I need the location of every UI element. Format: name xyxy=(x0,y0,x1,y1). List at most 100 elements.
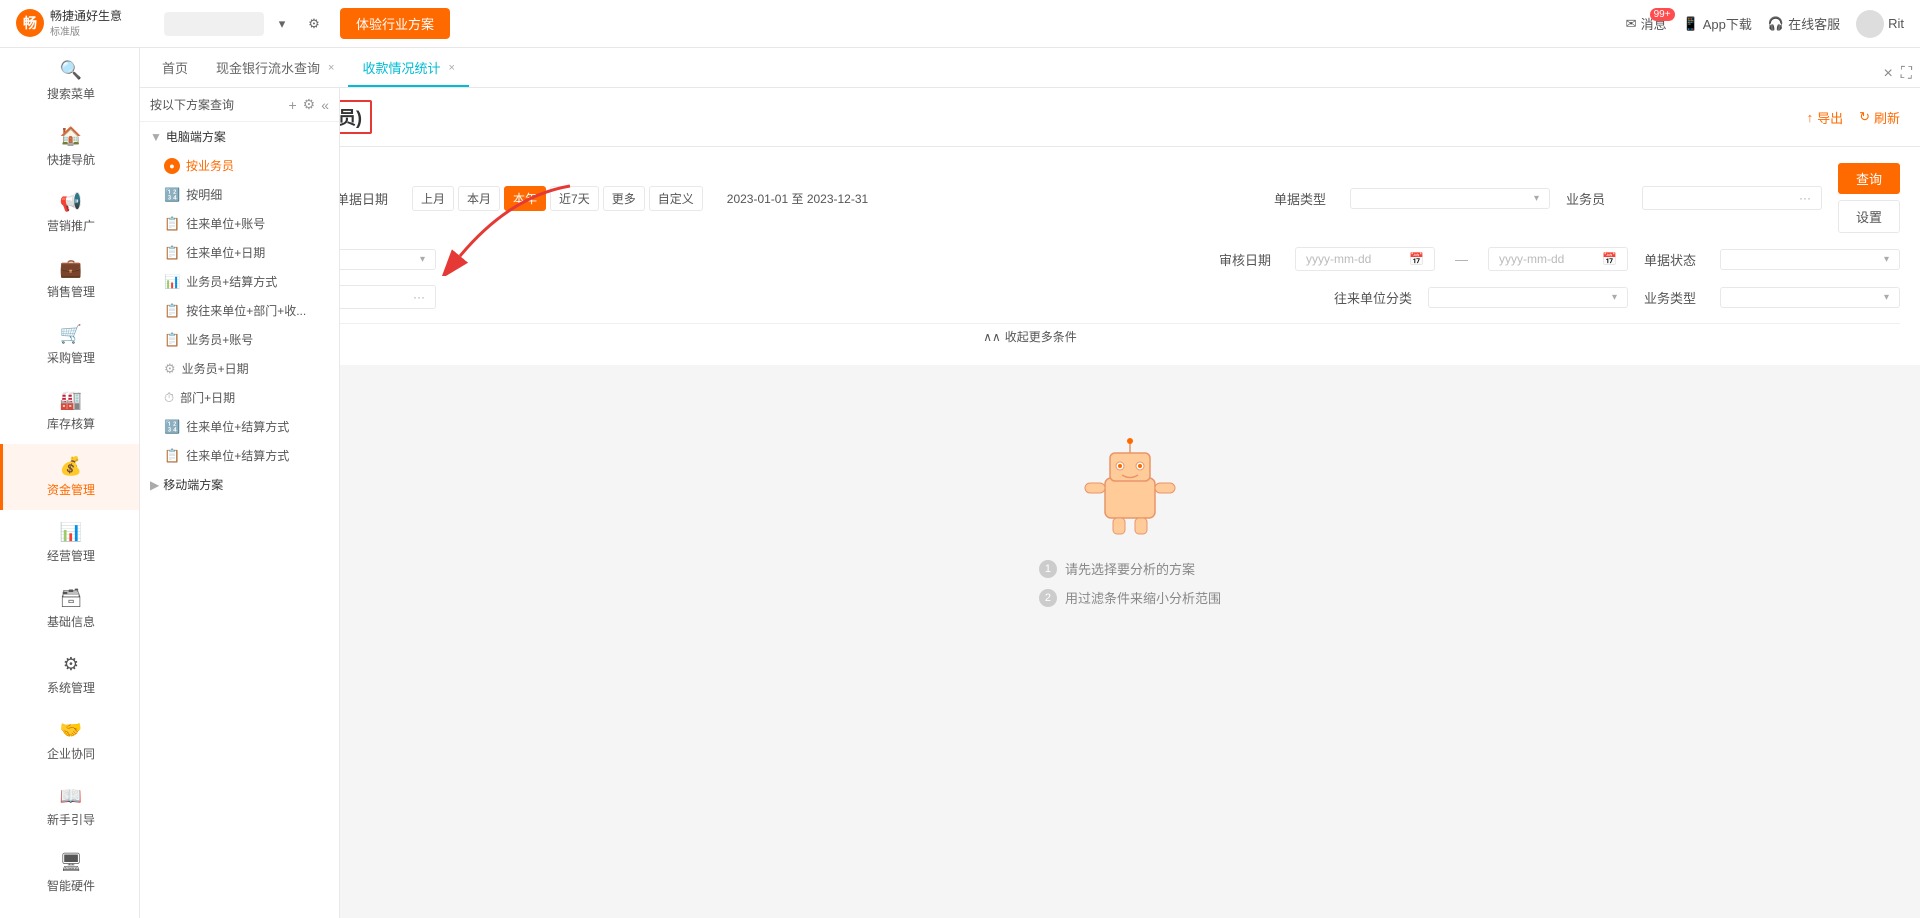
salesperson-select[interactable]: ··· xyxy=(1642,186,1822,210)
date-btn-custom[interactable]: 自定义 xyxy=(649,186,703,211)
active-scheme-icon: ● xyxy=(164,158,180,174)
sidebar-item-corp[interactable]: 🤝 企业协同 xyxy=(0,708,139,774)
scheme-mobile-section[interactable]: ▶ 移动端方案 xyxy=(140,470,339,499)
basic-icon: 🗃 xyxy=(60,588,83,609)
top-nav-item-1[interactable] xyxy=(164,12,264,36)
sidebar-item-operation[interactable]: 📊 经营管理 xyxy=(0,510,139,576)
sidebar-item-system[interactable]: ⚙ 系统管理 xyxy=(0,642,139,708)
scheme-item-dept-date[interactable]: ⏱ 部门+日期 xyxy=(140,383,339,412)
biz-type-select[interactable]: ▾ xyxy=(1720,287,1900,308)
audit-date-from[interactable]: yyyy-mm-dd 📅 xyxy=(1295,247,1435,271)
settings-button[interactable]: 设置 xyxy=(1838,200,1900,233)
audit-date-from-placeholder: yyyy-mm-dd xyxy=(1306,252,1371,266)
scheme-item-by-salesperson[interactable]: ● 按业务员 xyxy=(140,151,339,180)
sidebar-item-sales[interactable]: 💼 销售管理 xyxy=(0,246,139,312)
sidebar-item-inventory[interactable]: 🏭 库存核算 xyxy=(0,378,139,444)
hint-num-2: 2 xyxy=(1039,589,1057,607)
scheme-item-partner-dept-collect[interactable]: 📋 按往来单位+部门+收... xyxy=(140,296,339,325)
service-button[interactable]: 🎧 在线客服 xyxy=(1768,14,1840,33)
sidebar-item-hardware[interactable]: 🖥 智能硬件 xyxy=(0,840,139,906)
arrow-down-icon: ▼ xyxy=(150,130,162,144)
finance-icon: 💰 xyxy=(60,456,82,477)
app-label: App下载 xyxy=(1703,14,1752,33)
export-label: 导出 xyxy=(1817,108,1843,127)
scheme-item-label-salesperson-account: 业务员+账号 xyxy=(186,331,253,348)
scheme-item-by-detail[interactable]: 🔢 按明细 xyxy=(140,180,339,209)
logo-icon: 畅 xyxy=(16,9,44,37)
audit-date-to[interactable]: yyyy-mm-dd 📅 xyxy=(1488,247,1628,271)
voucher-status-select[interactable]: ▾ xyxy=(1720,249,1900,270)
tab-cash-flow-close[interactable]: × xyxy=(328,62,334,74)
refresh-button[interactable]: ↻ 刷新 xyxy=(1859,108,1900,127)
scheme-item-salesperson-account[interactable]: 📋 业务员+账号 xyxy=(140,325,339,354)
partner-cat-select[interactable]: ▾ xyxy=(1428,287,1628,308)
export-button[interactable]: ↑ 导出 xyxy=(1807,108,1844,127)
scheme-add-btn[interactable]: + xyxy=(288,97,296,113)
dropdown-icon[interactable]: ▾ xyxy=(268,10,296,38)
date-btn-this-year[interactable]: 本年 xyxy=(504,186,546,211)
logo-name: 畅捷通好生意 xyxy=(50,9,122,23)
scheme-item-salesperson-date[interactable]: ⚙ 业务员+日期 xyxy=(140,354,339,383)
tab-collection-stat-close[interactable]: × xyxy=(448,62,454,74)
trial-button[interactable]: 体验行业方案 xyxy=(340,8,450,39)
message-button[interactable]: ✉ 消息 99+ xyxy=(1626,14,1667,33)
date-btn-more[interactable]: 更多 xyxy=(603,186,645,211)
operation-icon: 📊 xyxy=(60,522,82,543)
query-button[interactable]: 查询 xyxy=(1838,163,1900,194)
scheme-item-partner-settle2[interactable]: 📋 往来单位+结算方式 xyxy=(140,441,339,470)
scheme-item-salesperson-settle[interactable]: 📊 业务员+结算方式 xyxy=(140,267,339,296)
scheme-item-partner-settle1[interactable]: 🔢 往来单位+结算方式 xyxy=(140,412,339,441)
sidebar-item-finance[interactable]: 💰 资金管理 xyxy=(0,444,139,510)
date-btn-this-month[interactable]: 本月 xyxy=(458,186,500,211)
scheme-hide-btn[interactable]: « xyxy=(321,97,329,113)
partner-more-icon[interactable]: ··· xyxy=(413,290,425,304)
scheme-item-label-partner-dept: 按往来单位+部门+收... xyxy=(186,302,306,319)
sidebar-item-nav[interactable]: 🏠 快捷导航 xyxy=(0,114,139,180)
sidebar-item-search[interactable]: 🔍 搜索菜单 xyxy=(0,48,139,114)
scheme-desktop-section[interactable]: ▼ 电脑端方案 xyxy=(140,122,339,151)
voucher-status-chevron: ▾ xyxy=(1884,254,1889,265)
salesperson-date-icon: ⚙ xyxy=(164,361,176,377)
avatar[interactable]: Rit xyxy=(1856,10,1904,38)
date-buttons: 上月 本月 本年 近7天 更多 自定义 xyxy=(412,186,703,211)
nav-settings-icon[interactable]: ⚙ xyxy=(300,10,328,38)
purchase-icon: 🛒 xyxy=(60,324,82,345)
message-icon: ✉ xyxy=(1626,16,1637,32)
app-download-button[interactable]: 📱 App下载 xyxy=(1683,14,1752,33)
partner-account-icon: 📋 xyxy=(164,216,180,232)
sidebar-label-finance: 资金管理 xyxy=(47,481,95,498)
date-btn-7days[interactable]: 近7天 xyxy=(550,186,599,211)
sidebar-label-nav: 快捷导航 xyxy=(47,151,95,168)
corp-icon: 🤝 xyxy=(60,720,82,741)
biz-type-chevron: ▾ xyxy=(1884,292,1889,303)
voucher-type-select[interactable]: ▾ xyxy=(1350,188,1550,209)
tab-cash-flow[interactable]: 现金银行流水查询 × xyxy=(202,50,348,87)
scheme-item-partner-account[interactable]: 📋 往来单位+账号 xyxy=(140,209,339,238)
scheme-item-label-dept-date: 部门+日期 xyxy=(180,389,235,406)
date-label: 单据日期 xyxy=(336,189,396,208)
scheme-item-label-partner-settle2: 往来单位+结算方式 xyxy=(186,447,289,464)
scheme-desktop-label: 电脑端方案 xyxy=(166,128,226,145)
date-dash: — xyxy=(1455,252,1468,267)
window-close-btn[interactable]: × xyxy=(1883,65,1892,83)
scheme-panel: 按以下方案查询 + ⚙ « ▼ 电脑端方案 ● 按业务员 xyxy=(140,88,340,918)
collapse-more-btn[interactable]: ∧∧ 收起更多条件 xyxy=(160,323,1900,349)
sidebar-item-purchase[interactable]: 🛒 采购管理 xyxy=(0,312,139,378)
scheme-item-partner-date[interactable]: 📋 往来单位+日期 xyxy=(140,238,339,267)
scheme-config-btn[interactable]: ⚙ xyxy=(303,96,316,113)
logo: 畅 畅捷通好生意 标准版 xyxy=(16,9,156,38)
window-maximize-btn[interactable]: ⛶ xyxy=(1901,65,1912,83)
tab-collection-stat[interactable]: 收款情况统计 × xyxy=(348,50,468,87)
voucher-type-label: 单据类型 xyxy=(1274,189,1334,208)
sidebar-item-marketing[interactable]: 📢 营销推广 xyxy=(0,180,139,246)
tab-home[interactable]: 首页 xyxy=(148,50,202,87)
sidebar-item-guide[interactable]: 📖 新手引导 xyxy=(0,774,139,840)
date-btn-last-month[interactable]: 上月 xyxy=(412,186,454,211)
sidebar-item-basic[interactable]: 🗃 基础信息 xyxy=(0,576,139,642)
query-buttons: 查询 设置 xyxy=(1838,163,1900,233)
logo-badge: 标准版 xyxy=(50,23,122,38)
sidebar-item-wechat[interactable]: 💬 企业微信 xyxy=(0,906,139,918)
dept-chevron: ▾ xyxy=(420,254,425,265)
empty-state-area: 1 请先选择要分析的方案 2 用过滤条件来缩小分析范围 xyxy=(340,373,1920,647)
salesperson-more-icon[interactable]: ··· xyxy=(1799,191,1811,205)
